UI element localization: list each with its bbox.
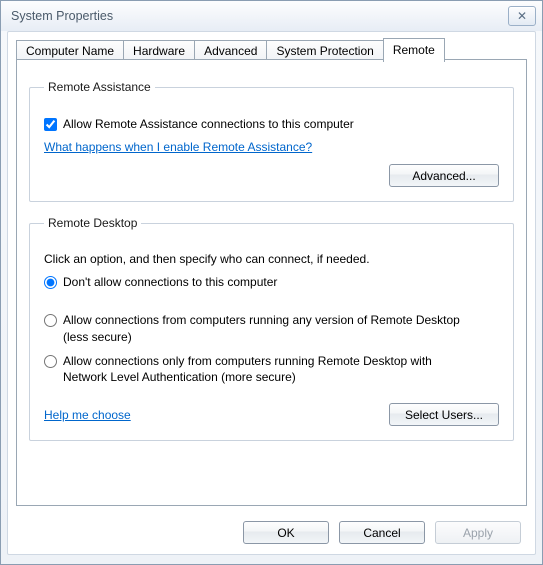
legend-remote-assistance: Remote Assistance <box>44 80 155 94</box>
tab-page-remote: Remote Assistance Allow Remote Assistanc… <box>16 59 527 506</box>
ok-button[interactable]: OK <box>243 521 329 544</box>
checkbox-allow-remote-assistance-label: Allow Remote Assistance connections to t… <box>63 116 354 132</box>
window-close-button[interactable]: ✕ <box>508 6 536 26</box>
window: System Properties ✕ Computer Name Hardwa… <box>0 0 543 565</box>
tab-remote[interactable]: Remote <box>383 38 445 62</box>
group-remote-desktop: Remote Desktop Click an option, and then… <box>29 216 514 441</box>
cancel-button[interactable]: Cancel <box>339 521 425 544</box>
instruction-text: Click an option, and then specify who ca… <box>44 252 499 266</box>
select-users-button[interactable]: Select Users... <box>389 403 499 426</box>
radio-dont-allow-label: Don't allow connections to this computer <box>63 274 277 290</box>
radio-allow-nla[interactable] <box>44 355 57 368</box>
link-help-me-choose[interactable]: Help me choose <box>44 408 131 422</box>
group-remote-assistance: Remote Assistance Allow Remote Assistanc… <box>29 80 514 202</box>
radio-dont-allow[interactable] <box>44 276 57 289</box>
radio-allow-nla-label: Allow connections only from computers ru… <box>63 353 473 385</box>
checkbox-allow-remote-assistance[interactable] <box>44 118 57 131</box>
radio-allow-any-version[interactable] <box>44 314 57 327</box>
title-bar: System Properties ✕ <box>1 1 542 31</box>
client-area: Computer Name Hardware Advanced System P… <box>7 31 536 555</box>
legend-remote-desktop: Remote Desktop <box>44 216 141 230</box>
dialog-buttons: OK Cancel Apply <box>243 521 521 544</box>
advanced-button[interactable]: Advanced... <box>389 164 499 187</box>
close-icon: ✕ <box>517 10 527 22</box>
radio-allow-any-version-label: Allow connections from computers running… <box>63 312 473 344</box>
window-title: System Properties <box>11 9 113 23</box>
link-what-happens[interactable]: What happens when I enable Remote Assist… <box>44 140 312 154</box>
apply-button[interactable]: Apply <box>435 521 521 544</box>
